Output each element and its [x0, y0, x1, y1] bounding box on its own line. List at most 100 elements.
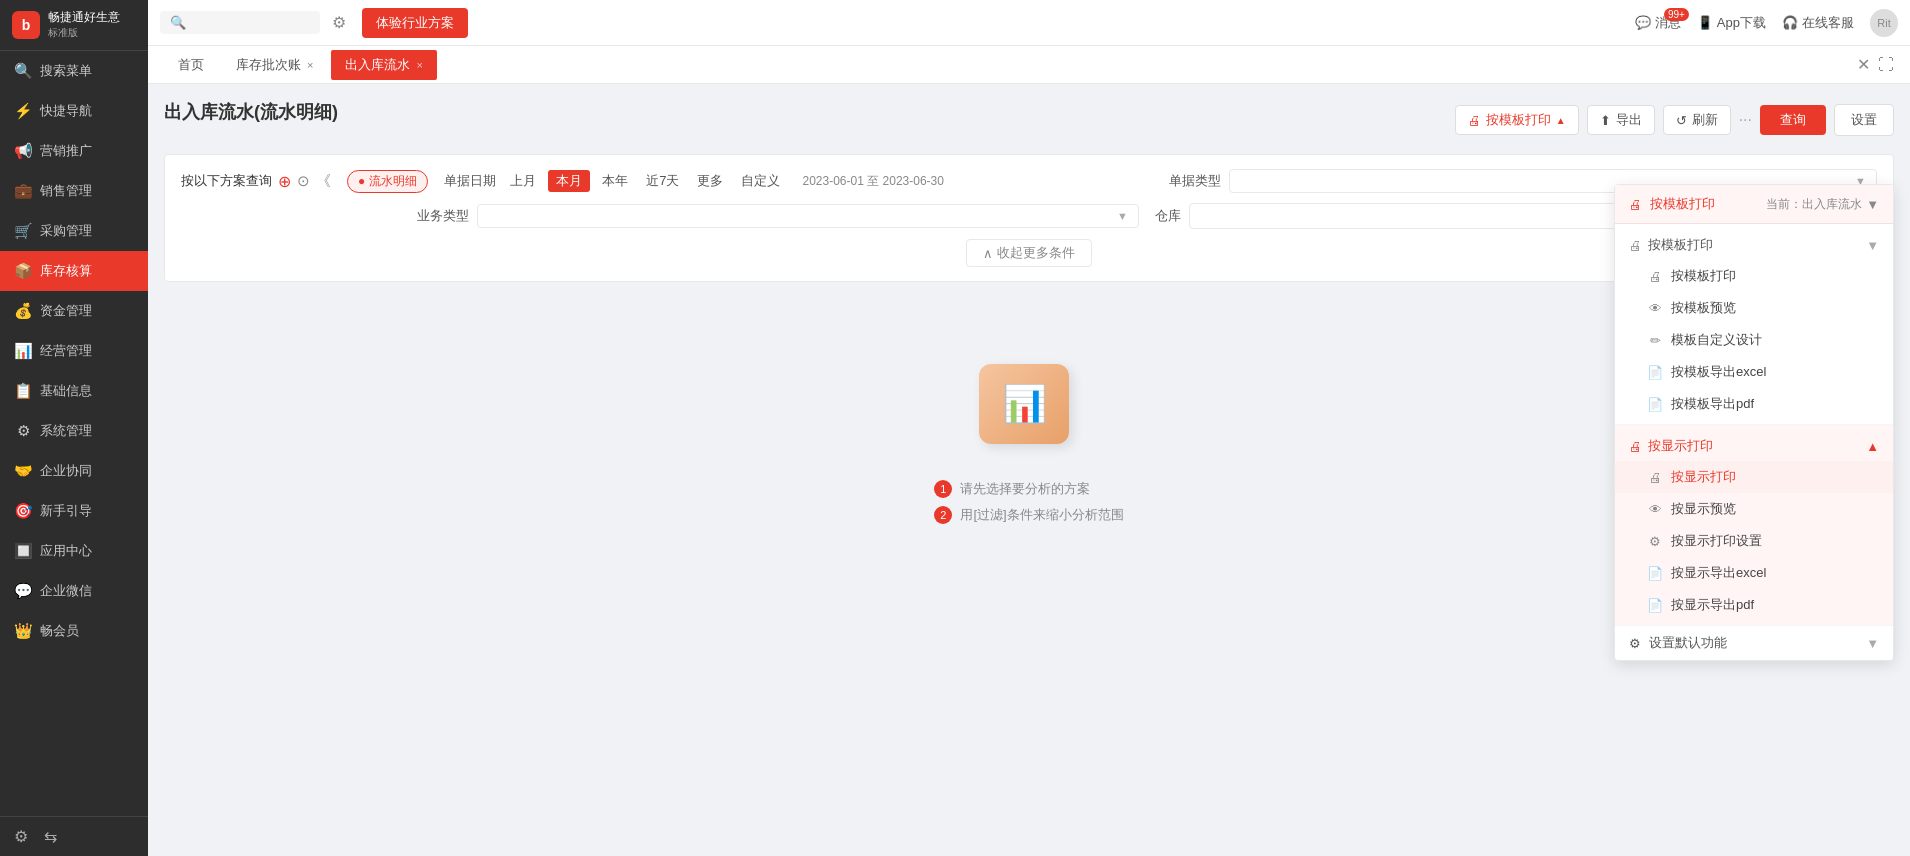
sidebar-item-app-center[interactable]: 🔲 应用中心 — [0, 531, 148, 571]
tabbar: 首页 库存批次账 × 出入库流水 × ✕ ⛶ — [148, 46, 1910, 84]
dropdown-chevron-icon[interactable]: ▼ — [1866, 197, 1879, 212]
date-opt-more[interactable]: 更多 — [691, 170, 729, 192]
dropdown-header-left: 🖨 按模板打印 — [1629, 195, 1715, 213]
template-excel-icon: 📄 — [1647, 365, 1663, 380]
print-template-btn[interactable]: 🖨 按模板打印 ▲ — [1455, 105, 1579, 135]
display-preview-item[interactable]: 👁 按显示预览 — [1615, 493, 1893, 525]
sidebar-item-vip[interactable]: 👑 畅会员 — [0, 611, 148, 651]
display-export-pdf-item[interactable]: 📄 按显示导出pdf — [1615, 589, 1893, 621]
topbar-left: 🔍 ⚙ 体验行业方案 — [160, 8, 1635, 38]
display-print-settings-item[interactable]: ⚙ 按显示打印设置 — [1615, 525, 1893, 557]
display-excel-icon: 📄 — [1647, 566, 1663, 581]
dropdown-section-display: 🖨 按显示打印 ▲ 🖨 按显示打印 👁 按显示预览 ⚙ 按显示打印设置 — [1615, 425, 1893, 626]
tab-batch[interactable]: 库存批次账 × — [222, 50, 327, 80]
dropdown-current-label: 当前：出入库流水 — [1766, 196, 1862, 213]
date-opt-this-month[interactable]: 本月 — [548, 170, 590, 192]
trial-btn[interactable]: 体验行业方案 — [362, 8, 468, 38]
display-export-excel-item[interactable]: 📄 按显示导出excel — [1615, 557, 1893, 589]
dropdown-section-template-header[interactable]: 🖨 按模板打印 ▼ — [1615, 228, 1893, 260]
tab-batch-close[interactable]: × — [307, 59, 313, 71]
sidebar-item-shortcut[interactable]: ⚡ 快捷导航 — [0, 91, 148, 131]
topbar-search-box[interactable]: 🔍 — [160, 11, 320, 34]
template-customize-item[interactable]: ✏ 模板自定义设计 — [1615, 324, 1893, 356]
tab-flow[interactable]: 出入库流水 × — [331, 50, 436, 80]
display-section-chevron-icon: ▲ — [1866, 439, 1879, 454]
sidebar-item-search[interactable]: 🔍 搜索菜单 — [0, 51, 148, 91]
app-download-label: App下载 — [1717, 14, 1766, 32]
display-settings-icon: ⚙ — [1647, 534, 1663, 549]
tab-home[interactable]: 首页 — [164, 50, 218, 80]
vip-icon: 👑 — [14, 622, 32, 640]
online-service-btn[interactable]: 🎧 在线客服 — [1782, 14, 1854, 32]
search-icon: 🔍 — [14, 62, 32, 80]
shortcut-icon: ⚡ — [14, 102, 32, 120]
sidebar-item-wechat[interactable]: 💬 企业微信 — [0, 571, 148, 611]
biz-type-field: 业务类型 ▼ — [417, 204, 1139, 228]
date-options: 上月 本月 本年 近7天 更多 自定义 — [504, 170, 786, 192]
empty-hint-1: 1 请先选择要分析的方案 — [934, 480, 1123, 498]
page-content: 出入库流水(流水明细) 🖨 按模板打印 ▲ ⬆ 导出 ↺ 刷新 ··· 查询 设… — [148, 84, 1910, 856]
tab-maximize-icon[interactable]: ⛶ — [1878, 56, 1894, 74]
active-filter-tag[interactable]: ● 流水明细 — [347, 170, 428, 193]
template-preview-icon: 👁 — [1647, 301, 1663, 316]
sidebar-item-guide[interactable]: 🎯 新手引导 — [0, 491, 148, 531]
sidebar-item-basic[interactable]: 📋 基础信息 — [0, 371, 148, 411]
refresh-icon: ↺ — [1676, 113, 1687, 128]
wechat-icon: 💬 — [14, 582, 32, 600]
sidebar-item-sales[interactable]: 💼 销售管理 — [0, 171, 148, 211]
more-icon[interactable]: ··· — [1739, 111, 1752, 129]
export-btn[interactable]: ⬆ 导出 — [1587, 105, 1655, 135]
dropdown-footer[interactable]: ⚙ 设置默认功能 ▼ — [1615, 626, 1893, 660]
topbar-gear-icon[interactable]: ⚙ — [332, 13, 346, 32]
marketing-icon: 📢 — [14, 142, 32, 160]
empty-illustration: 📊 — [979, 364, 1069, 444]
template-export-excel-item[interactable]: 📄 按模板导出excel — [1615, 356, 1893, 388]
date-opt-7days[interactable]: 近7天 — [640, 170, 685, 192]
operation-icon: 📊 — [14, 342, 32, 360]
tab-home-label: 首页 — [178, 56, 204, 74]
date-opt-prev-month[interactable]: 上月 — [504, 170, 542, 192]
dropdown-header: 🖨 按模板打印 当前：出入库流水 ▼ — [1615, 185, 1893, 224]
template-preview-item[interactable]: 👁 按模板预览 — [1615, 292, 1893, 324]
settings-btn[interactable]: 设置 — [1834, 104, 1894, 136]
dropdown-section-display-header[interactable]: 🖨 按显示打印 ▲ — [1615, 429, 1893, 461]
footer-settings-icon[interactable]: ⚙ — [14, 827, 28, 846]
tab-close-all-icon[interactable]: ✕ — [1857, 55, 1870, 74]
template-section-icon: 🖨 — [1629, 238, 1642, 253]
tab-flow-label: 出入库流水 — [345, 56, 410, 74]
template-print-icon: 🖨 — [1647, 269, 1663, 284]
sidebar-item-purchase[interactable]: 🛒 采购管理 — [0, 211, 148, 251]
sidebar-item-system[interactable]: ⚙ 系统管理 — [0, 411, 148, 451]
template-section-chevron-icon: ▼ — [1866, 238, 1879, 253]
app-download-btn[interactable]: 📱 App下载 — [1697, 14, 1766, 32]
search-collapse-btn[interactable]: 《 — [316, 172, 331, 191]
template-customize-icon: ✏ — [1647, 333, 1663, 348]
date-opt-custom[interactable]: 自定义 — [735, 170, 786, 192]
query-btn[interactable]: 查询 — [1760, 105, 1826, 135]
search-add-btn[interactable]: ⊕ — [278, 172, 291, 191]
refresh-btn[interactable]: ↺ 刷新 — [1663, 105, 1731, 135]
user-name: Rit — [1877, 17, 1890, 29]
topbar-search-input[interactable] — [192, 16, 292, 30]
sidebar-item-operation[interactable]: 📊 经营管理 — [0, 331, 148, 371]
sidebar-item-marketing[interactable]: 📢 营销推广 — [0, 131, 148, 171]
topbar-right: 💬 消息 99+ 📱 App下载 🎧 在线客服 Rit — [1635, 9, 1898, 37]
collapse-btn[interactable]: ∧ 收起更多条件 — [966, 239, 1092, 267]
user-avatar[interactable]: Rit — [1870, 9, 1898, 37]
page-title: 出入库流水(流水明细) — [164, 100, 338, 124]
sidebar-item-inventory[interactable]: 📦 库存核算 — [0, 251, 148, 291]
date-opt-this-year[interactable]: 本年 — [596, 170, 634, 192]
biz-type-select[interactable]: ▼ — [477, 204, 1139, 228]
inventory-icon: 📦 — [14, 262, 32, 280]
display-print-item[interactable]: 🖨 按显示打印 — [1615, 461, 1893, 493]
sidebar-item-corp[interactable]: 🤝 企业协同 — [0, 451, 148, 491]
collapse-chevron-up-icon: ∧ — [983, 246, 993, 261]
sidebar-item-finance[interactable]: 💰 资金管理 — [0, 291, 148, 331]
template-print-item[interactable]: 🖨 按模板打印 — [1615, 260, 1893, 292]
footer-expand-icon[interactable]: ⇆ — [44, 827, 57, 846]
search-settings-btn[interactable]: ⊙ — [297, 172, 310, 190]
print-chevron-up-icon: ▲ — [1556, 115, 1566, 126]
message-btn[interactable]: 💬 消息 99+ — [1635, 14, 1681, 32]
tab-flow-close[interactable]: × — [416, 59, 422, 71]
template-export-pdf-item[interactable]: 📄 按模板导出pdf — [1615, 388, 1893, 420]
